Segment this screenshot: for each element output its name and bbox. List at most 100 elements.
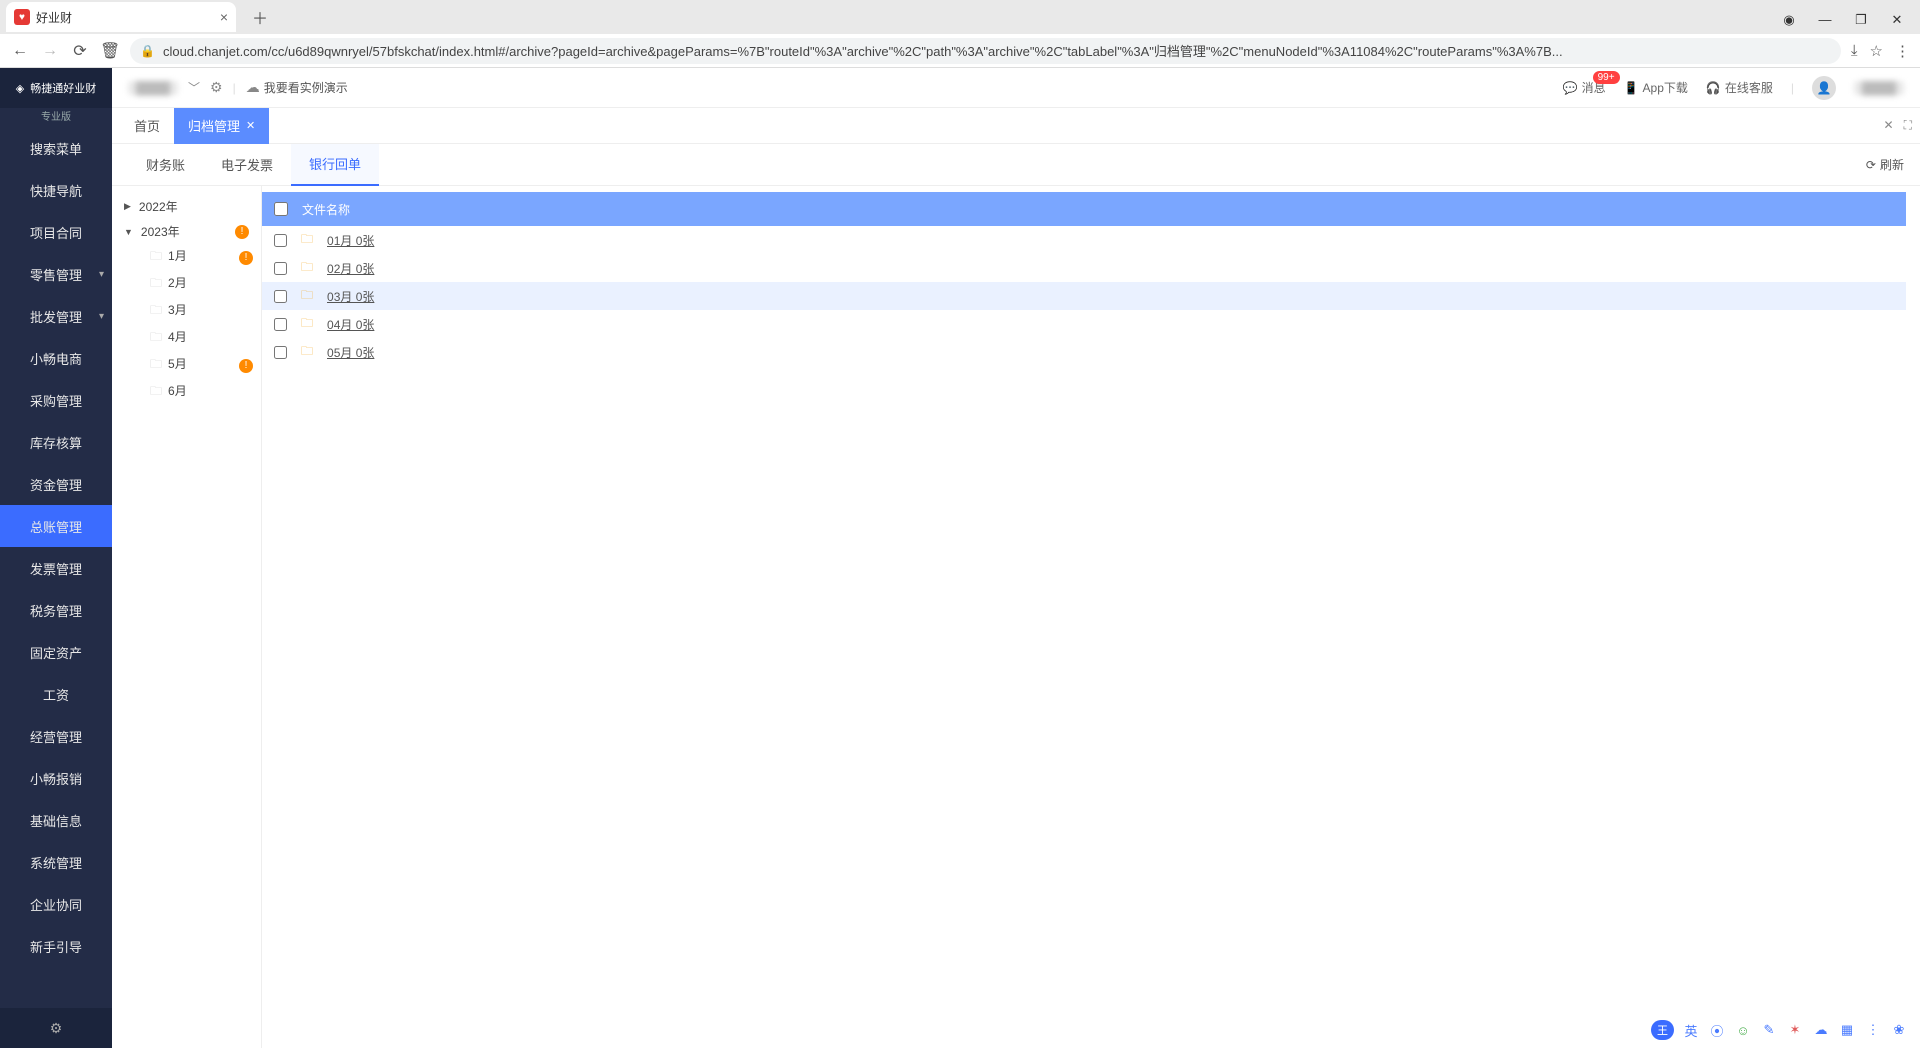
topbar: ████ ﹀ ⚙ | ☁ 我要看实例演示 💬 消息 99+ 📱 Ap [112,68,1920,108]
subtab-einvoice[interactable]: 电子发票 [203,144,291,186]
headset-icon: 🎧 [1706,81,1721,95]
fullscreen-icon[interactable]: ⛶ [1904,118,1912,133]
sidebar-item-18[interactable]: 企业协同 [0,883,112,925]
folder-icon: 🗀 [150,357,162,371]
online-service-button[interactable]: 🎧 在线客服 [1706,79,1773,96]
file-row-2[interactable]: 🗀 03月 0张 [262,282,1906,310]
org-name-blurred: ████ [128,81,178,95]
tab-close-icon[interactable]: ✕ [246,119,255,132]
tray-icon-7[interactable]: ⋮ [1864,1021,1882,1039]
close-all-tabs-icon[interactable]: ✕ [1884,118,1894,133]
sidebar-item-5[interactable]: 小畅电商 [0,337,112,379]
ime-lang[interactable]: 英 [1682,1021,1700,1039]
file-row-3[interactable]: 🗀 04月 0张 [262,310,1906,338]
tree-month-2[interactable]: 🗀2月 [112,271,261,298]
folder-icon: 🗀 [301,258,313,279]
avatar[interactable]: 👤 [1812,76,1836,100]
browser-tab-title: 好业财 [36,9,214,26]
nav-forward-icon[interactable]: → [40,42,60,60]
subtabs-row: 财务账 电子发票 银行回单 ⟳ 刷新 [112,144,1920,186]
tray-icon-6[interactable]: ▦ [1838,1021,1856,1039]
sidebar-item-8[interactable]: 资金管理 [0,463,112,505]
sidebar-item-16[interactable]: 基础信息 [0,799,112,841]
tab-close-icon[interactable]: × [220,9,228,25]
triangle-right-icon: ▶ [124,201,131,212]
tree-year-2022[interactable]: ▶ 2022年 [112,194,261,219]
browser-tab[interactable]: ♥ 好业财 × [6,2,236,32]
sidebar-item-6[interactable]: 采购管理 [0,379,112,421]
file-row-0[interactable]: 🗀 01月 0张 [262,226,1906,254]
row-checkbox[interactable] [274,262,287,275]
tray-icon-8[interactable]: ❀ [1890,1021,1908,1039]
select-all-checkbox[interactable] [274,202,288,216]
tree-year-2023[interactable]: ▼ 2023年 ! [112,219,261,244]
sidebar-item-12[interactable]: 固定资产 [0,631,112,673]
file-link[interactable]: 02月 0张 [327,260,374,277]
sidebar-item-4[interactable]: 批发管理▾ [0,295,112,337]
sidebar-item-17[interactable]: 系统管理 [0,841,112,883]
file-link[interactable]: 05月 0张 [327,344,374,361]
tab-archive[interactable]: 归档管理 ✕ [174,108,269,144]
file-row-1[interactable]: 🗀 02月 0张 [262,254,1906,282]
tray-icon-3[interactable]: ✎ [1760,1021,1778,1039]
new-tab-button[interactable]: ＋ [244,1,276,33]
file-row-4[interactable]: 🗀 05月 0张 [262,338,1906,366]
brand-icon: ◈ [16,82,24,95]
sidebar-item-3[interactable]: 零售管理▾ [0,253,112,295]
tab-home[interactable]: 首页 [120,108,174,144]
tray-icon-4[interactable]: ✶ [1786,1021,1804,1039]
bookmark-star-icon[interactable]: ☆ [1870,42,1883,60]
window-minimize-icon[interactable]: — [1814,12,1836,28]
tree-month-4[interactable]: 🗀4月 [112,325,261,352]
url-box[interactable]: 🔒 cloud.chanjet.com/cc/u6d89qwnryel/57bf… [130,38,1841,64]
file-link[interactable]: 04月 0张 [327,316,374,333]
nav-back-icon[interactable]: ← [10,42,30,60]
folder-icon: 🗀 [301,342,313,363]
tray-icon-1[interactable]: ⦿ [1708,1021,1726,1039]
nav-reload-icon[interactable]: ⟳ [70,41,90,61]
refresh-button[interactable]: ⟳ 刷新 [1866,156,1904,173]
chevron-down-icon: ▾ [99,269,104,280]
demo-link[interactable]: ☁ 我要看实例演示 [246,79,348,96]
sidebar-item-0[interactable]: 搜索菜单 [0,127,112,169]
chrome-account-icon[interactable]: ◉ [1778,12,1800,28]
topbar-gear-icon[interactable]: ⚙ [210,79,223,96]
subtab-finance[interactable]: 财务账 [128,144,203,186]
sidebar-settings-icon[interactable]: ⚙ [0,1008,112,1048]
file-link[interactable]: 03月 0张 [327,288,374,305]
tree-month-1[interactable]: 🗀1月! [112,244,261,271]
row-checkbox[interactable] [274,346,287,359]
row-checkbox[interactable] [274,234,287,247]
sidebar-item-11[interactable]: 税务管理 [0,589,112,631]
sidebar-item-7[interactable]: 库存核算 [0,421,112,463]
install-app-icon[interactable]: ⤓ [1851,42,1858,60]
sidebar-item-13[interactable]: 工资 [0,673,112,715]
subtab-bank-receipt[interactable]: 银行回单 [291,144,379,186]
browser-menu-icon[interactable]: ⋮ [1895,42,1910,60]
nav-delete-icon[interactable]: 🗑 [100,41,120,61]
tree-month-6[interactable]: 🗀6月 [112,379,261,406]
folder-icon: 🗀 [301,230,313,251]
app-download-button[interactable]: 📱 App下载 [1624,79,1688,96]
folder-icon: 🗀 [301,286,313,307]
window-close-icon[interactable]: ✕ [1886,12,1908,28]
row-checkbox[interactable] [274,318,287,331]
sidebar-item-14[interactable]: 经营管理 [0,715,112,757]
sidebar-item-19[interactable]: 新手引导 [0,925,112,967]
sidebar-item-1[interactable]: 快捷导航 [0,169,112,211]
tray-icon-2[interactable]: ☺ [1734,1021,1752,1039]
tree-month-3[interactable]: 🗀3月 [112,298,261,325]
file-link[interactable]: 01月 0张 [327,232,374,249]
sidebar-item-15[interactable]: 小畅报销 [0,757,112,799]
messages-button[interactable]: 💬 消息 99+ [1563,79,1606,96]
row-checkbox[interactable] [274,290,287,303]
org-selector[interactable]: ████ ﹀ [128,79,200,96]
window-maximize-icon[interactable]: ❐ [1850,12,1872,28]
tray-icon-5[interactable]: ☁ [1812,1021,1830,1039]
sidebar-item-10[interactable]: 发票管理 [0,547,112,589]
sidebar-item-9[interactable]: 总账管理 [0,505,112,547]
tree-month-5[interactable]: 🗀5月! [112,352,261,379]
chevron-down-icon: ﹀ [188,79,200,96]
ime-indicator[interactable]: 王 [1651,1020,1674,1040]
sidebar-item-2[interactable]: 项目合同 [0,211,112,253]
